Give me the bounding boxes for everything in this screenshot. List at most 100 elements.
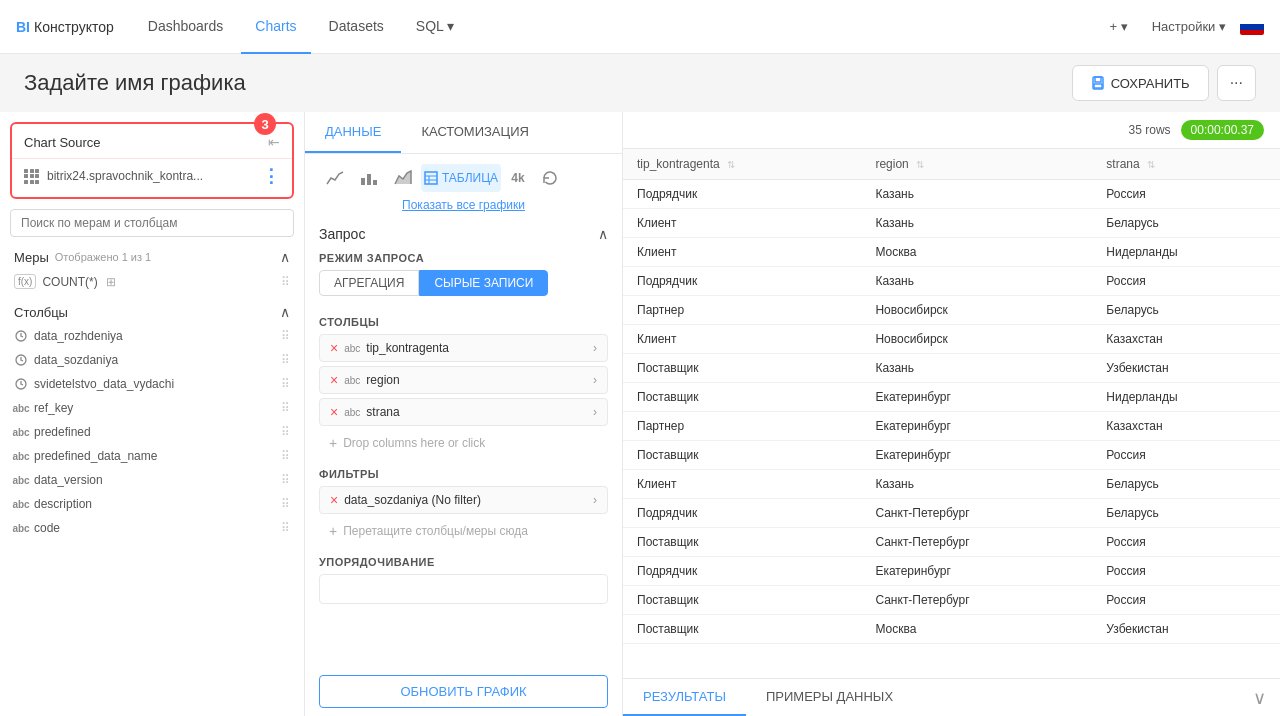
column-item[interactable]: abc code ⠿ [0, 516, 304, 540]
chart-area-icon[interactable] [387, 164, 419, 192]
query-section: Запрос ∧ [305, 218, 622, 246]
col-drag: ⠿ [281, 425, 290, 439]
col-type-icon: abc [14, 427, 28, 438]
cell-strana: Россия [1092, 267, 1280, 296]
table-row: Клиент Новосибирск Казахстан [623, 325, 1280, 354]
col-type-icon: abc [14, 475, 28, 486]
tab-data[interactable]: ДАННЫЕ [305, 112, 401, 153]
order-drop-zone[interactable] [319, 574, 608, 604]
language-flag[interactable] [1240, 19, 1264, 35]
save-label: СОХРАНИТЬ [1111, 76, 1190, 91]
cell-strana: Беларусь [1092, 470, 1280, 499]
mode-raw[interactable]: СЫРЫЕ ЗАПИСИ [419, 270, 548, 296]
column-item[interactable]: abc data_version ⠿ [0, 468, 304, 492]
tab-custom[interactable]: КАСТОМИЗАЦИЯ [401, 112, 548, 153]
add-button[interactable]: + ▾ [1099, 13, 1137, 40]
col-tag-1-type: abc [344, 375, 360, 386]
filter-tag-0-x[interactable]: × [330, 492, 338, 508]
measures-chevron[interactable]: ∧ [280, 249, 290, 265]
order-section: УПОРЯДОЧИВАНИЕ [305, 548, 622, 608]
nav-charts[interactable]: Charts [241, 0, 310, 54]
col-tag-2-x[interactable]: × [330, 404, 338, 420]
cell-region: Новосибирск [861, 296, 1092, 325]
col-header-tip-label: tip_kontragenta [637, 157, 720, 171]
search-input[interactable] [10, 209, 294, 237]
col-name: svidetelstvo_data_vydachi [34, 377, 275, 391]
page-header: Задайте имя графика СОХРАНИТЬ ··· [0, 54, 1280, 112]
query-modes: АГРЕГАЦИЯ СЫРЫЕ ЗАПИСИ [319, 270, 608, 296]
column-item[interactable]: abc predefined ⠿ [0, 420, 304, 444]
chart-line-icon[interactable] [319, 164, 351, 192]
filter-tag-0[interactable]: × data_sozdaniya (No filter) › [319, 486, 608, 514]
col-type-icon: abc [14, 499, 28, 510]
col-drag: ⠿ [281, 521, 290, 535]
col-drag: ⠿ [281, 353, 290, 367]
col-name: data_sozdaniya [34, 353, 275, 367]
col-tag-2-name: strana [366, 405, 399, 419]
settings-button[interactable]: Настройки ▾ [1142, 13, 1236, 40]
drop-filters-zone[interactable]: + Перетащите столбцы/меры сюда [319, 518, 608, 544]
filter-tag-0-arrow[interactable]: › [593, 493, 597, 507]
nav-sql[interactable]: SQL ▾ [402, 0, 468, 54]
table-row: Поставщик Екатеринбург Нидерланды [623, 383, 1280, 412]
save-button[interactable]: СОХРАНИТЬ [1072, 65, 1209, 101]
cell-tip: Поставщик [623, 354, 861, 383]
col-tag-1-x[interactable]: × [330, 372, 338, 388]
nav-datasets[interactable]: Datasets [315, 0, 398, 54]
chart-4k-icon[interactable]: 4k [503, 164, 533, 192]
update-btn[interactable]: ОБНОВИТЬ ГРАФИК [319, 675, 608, 708]
left-panel: 3 Chart Source ⇤ [0, 112, 305, 716]
fx-badge: f(x) [14, 274, 36, 289]
columns-chevron[interactable]: ∧ [280, 304, 290, 320]
collapse-icon[interactable]: ⇤ [268, 134, 280, 150]
col-tag-1[interactable]: × abc region › [319, 366, 608, 394]
col-tag-0[interactable]: × abc tip_kontragenta › [319, 334, 608, 362]
chart-table-icon[interactable]: ТАБЛИЦА [421, 164, 501, 192]
col-tag-1-arrow[interactable]: › [593, 373, 597, 387]
nav-dashboards[interactable]: Dashboards [134, 0, 238, 54]
column-item[interactable]: abc ref_key ⠿ [0, 396, 304, 420]
svg-rect-2 [1094, 84, 1102, 88]
source-name[interactable]: bitrix24.spravochnik_kontra... [24, 169, 203, 184]
table-row: Партнер Новосибирск Беларусь [623, 296, 1280, 325]
col-tag-2-arrow[interactable]: › [593, 405, 597, 419]
chart-refresh-icon[interactable] [535, 164, 565, 192]
col-drag: ⠿ [281, 449, 290, 463]
measure-info-icon[interactable]: ⊞ [106, 275, 116, 289]
col-header-tip[interactable]: tip_kontragenta ⇅ [623, 149, 861, 180]
cell-tip: Клиент [623, 470, 861, 499]
cell-tip: Поставщик [623, 586, 861, 615]
col-tag-0-type: abc [344, 343, 360, 354]
sort-icon-tip: ⇅ [727, 159, 735, 170]
column-item[interactable]: data_sozdaniya ⠿ [0, 348, 304, 372]
tab-samples[interactable]: ПРИМЕРЫ ДАННЫХ [746, 679, 913, 716]
query-mode-section: РЕЖИМ ЗАПРОСА АГРЕГАЦИЯ СЫРЫЕ ЗАПИСИ [305, 246, 622, 312]
column-item[interactable]: abc predefined_data_name ⠿ [0, 444, 304, 468]
svg-rect-7 [367, 174, 371, 185]
more-options-button[interactable]: ··· [1217, 65, 1256, 101]
col-tag-0-x[interactable]: × [330, 340, 338, 356]
column-item[interactable]: data_rozhdeniya ⠿ [0, 324, 304, 348]
column-item[interactable]: svidetelstvo_data_vydachi ⠿ [0, 372, 304, 396]
cell-region: Новосибирск [861, 325, 1092, 354]
drop-columns-label: Drop columns here or click [343, 436, 485, 450]
filter-tag-0-name: data_sozdaniya (No filter) [344, 493, 481, 507]
col-header-region[interactable]: region ⇅ [861, 149, 1092, 180]
col-tag-2[interactable]: × abc strana › [319, 398, 608, 426]
cell-strana: Нидерланды [1092, 383, 1280, 412]
query-chevron[interactable]: ∧ [598, 226, 608, 242]
chart-bar-icon[interactable] [353, 164, 385, 192]
mode-aggregation[interactable]: АГРЕГАЦИЯ [319, 270, 419, 296]
source-more-icon[interactable]: ⋮ [262, 165, 280, 187]
brand-bi: BI [16, 19, 30, 35]
column-item[interactable]: abc description ⠿ [0, 492, 304, 516]
table-row: Поставщик Москва Узбекистан [623, 615, 1280, 644]
brand[interactable]: BI Конструктор [16, 19, 114, 35]
drop-columns-zone[interactable]: + Drop columns here or click [319, 430, 608, 456]
col-tag-0-arrow[interactable]: › [593, 341, 597, 355]
show-all-charts[interactable]: Показать все графики [305, 196, 622, 214]
measures-title: Меры [14, 250, 49, 265]
tab-results[interactable]: РЕЗУЛЬТАТЫ [623, 679, 746, 716]
scroll-down-icon[interactable]: ∨ [1239, 687, 1280, 709]
col-header-strana[interactable]: strana ⇅ [1092, 149, 1280, 180]
